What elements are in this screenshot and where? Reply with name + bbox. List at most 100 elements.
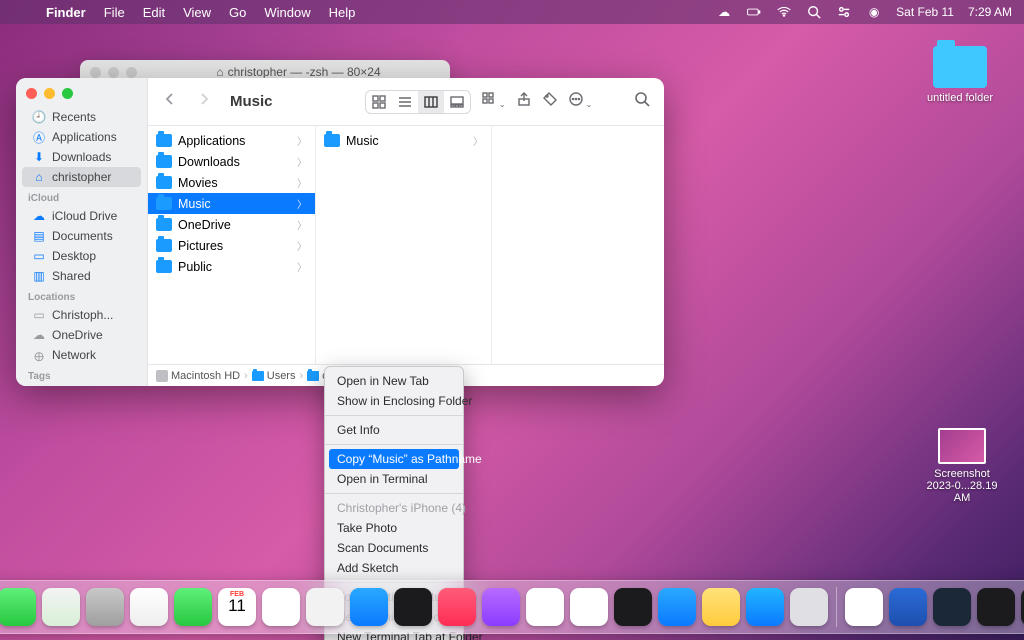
dock-app-notes[interactable] xyxy=(702,588,740,626)
ctx-item[interactable]: Show in Enclosing Folder xyxy=(325,391,463,411)
dock-app-contacts[interactable] xyxy=(86,588,124,626)
dock-app-photos[interactable] xyxy=(130,588,168,626)
search-button[interactable] xyxy=(634,91,650,112)
statusbar-wifi-icon[interactable] xyxy=(776,4,792,20)
sidebar-item-desktop[interactable]: ▭Desktop xyxy=(22,246,141,266)
ctx-item[interactable]: Scan Documents xyxy=(325,538,463,558)
column-item-applications[interactable]: Applications〉 xyxy=(148,130,315,151)
statusbar-spotlight-icon[interactable] xyxy=(806,4,822,20)
menu-view[interactable]: View xyxy=(183,5,211,20)
ctx-item[interactable]: Open in Terminal xyxy=(325,469,463,489)
ctx-item[interactable]: Copy “Music” as Pathname xyxy=(329,449,459,469)
sidebar-item-applications[interactable]: ⒶApplications xyxy=(22,127,141,147)
sidebar-item-shared[interactable]: ▥Shared xyxy=(22,266,141,286)
nav-back-button[interactable] xyxy=(162,91,178,112)
tags-button[interactable] xyxy=(542,91,558,112)
group-button[interactable]: ⌄ xyxy=(481,91,506,112)
dock-app-numbers[interactable] xyxy=(570,588,608,626)
action-button[interactable]: ⌄ xyxy=(568,91,593,112)
column-item-public[interactable]: Public〉 xyxy=(148,256,315,277)
view-icons-button[interactable] xyxy=(366,91,392,113)
dock-app-maps[interactable] xyxy=(42,588,80,626)
window-close-button[interactable] xyxy=(26,88,37,99)
screenshot-thumbnail-icon xyxy=(938,428,986,464)
dock-app-terminal[interactable] xyxy=(977,588,1015,626)
dock-app-keynote[interactable] xyxy=(658,588,696,626)
desktop-screenshot[interactable]: Screenshot 2023-0...28.19 AM xyxy=(922,428,1002,504)
finder-window[interactable]: 🕘Recents ⒶApplications ⬇Downloads ⌂chris… xyxy=(16,78,664,386)
ctx-item[interactable]: Add Sketch xyxy=(325,558,463,578)
ctx-item[interactable]: Open in New Tab xyxy=(325,371,463,391)
view-list-button[interactable] xyxy=(392,91,418,113)
column-item-downloads[interactable]: Downloads〉 xyxy=(148,151,315,172)
menu-go[interactable]: Go xyxy=(229,5,246,20)
dock-app-calendar[interactable]: FEB11 xyxy=(218,588,256,626)
menu-help[interactable]: Help xyxy=(329,5,356,20)
app-name[interactable]: Finder xyxy=(46,5,86,20)
column-item-onedrive[interactable]: OneDrive〉 xyxy=(148,214,315,235)
disk-icon xyxy=(156,370,168,382)
ctx-item[interactable]: Get Info xyxy=(325,420,463,440)
desktop-folder[interactable]: untitled folder xyxy=(920,46,1000,104)
column-item-pictures[interactable]: Pictures〉 xyxy=(148,235,315,256)
menubar: Finder File Edit View Go Window Help ☁ ◉… xyxy=(0,0,1024,24)
apple-menu-icon[interactable] xyxy=(12,4,28,20)
dock-app-podcasts[interactable] xyxy=(482,588,520,626)
statusbar-battery-icon[interactable] xyxy=(746,4,762,20)
folder-icon xyxy=(307,371,319,381)
cloud-icon: ☁ xyxy=(32,328,46,342)
dock-app-steam[interactable] xyxy=(933,588,971,626)
dock-app-music[interactable] xyxy=(438,588,476,626)
view-switcher xyxy=(365,90,471,114)
column-item-music[interactable]: Music〉 xyxy=(148,193,315,214)
menu-edit[interactable]: Edit xyxy=(143,5,165,20)
terminal-close-icon[interactable] xyxy=(90,67,101,78)
statusbar-siri-icon[interactable]: ◉ xyxy=(866,4,882,20)
terminal-minimize-icon[interactable] xyxy=(108,67,119,78)
dock-app-settings[interactable] xyxy=(790,588,828,626)
dock-app-preview[interactable] xyxy=(350,588,388,626)
menu-file[interactable]: File xyxy=(104,5,125,20)
dock-app-reminders[interactable] xyxy=(262,588,300,626)
home-icon: ⌂ xyxy=(216,65,223,79)
terminal-zoom-icon[interactable] xyxy=(126,67,137,78)
dock-app-stocks[interactable] xyxy=(614,588,652,626)
dock-app-news[interactable] xyxy=(526,588,564,626)
chevron-right-icon: 〉 xyxy=(297,259,307,274)
window-zoom-button[interactable] xyxy=(62,88,73,99)
dock-app-chrome[interactable] xyxy=(845,588,883,626)
statusbar-control-center-icon[interactable] xyxy=(836,4,852,20)
sidebar-item-icloud-drive[interactable]: ☁iCloud Drive xyxy=(22,206,141,226)
dock-app-textedit[interactable] xyxy=(306,588,344,626)
menu-window[interactable]: Window xyxy=(264,5,310,20)
path-crumb-users[interactable]: Users xyxy=(252,370,296,382)
dock-app-appstore[interactable] xyxy=(746,588,784,626)
finder-sidebar: 🕘Recents ⒶApplications ⬇Downloads ⌂chris… xyxy=(16,78,148,386)
nav-forward-button[interactable] xyxy=(196,91,212,112)
statusbar-date[interactable]: Sat Feb 11 xyxy=(896,5,954,19)
window-minimize-button[interactable] xyxy=(44,88,55,99)
sidebar-item-downloads[interactable]: ⬇Downloads xyxy=(22,147,141,167)
desktop-icon: ▭ xyxy=(32,249,46,263)
view-gallery-button[interactable] xyxy=(444,91,470,113)
shared-icon: ▥ xyxy=(32,269,46,283)
folder-icon xyxy=(156,197,172,210)
view-columns-button[interactable] xyxy=(418,91,444,113)
share-button[interactable] xyxy=(516,91,532,112)
column-item-music[interactable]: Music〉 xyxy=(316,130,491,151)
sidebar-item-network[interactable]: 🜨Network xyxy=(22,345,141,365)
dock-app-word[interactable] xyxy=(889,588,927,626)
sidebar-item-home[interactable]: ⌂christopher xyxy=(22,167,141,187)
dock-app-appletv[interactable] xyxy=(394,588,432,626)
path-crumb-disk[interactable]: Macintosh HD xyxy=(156,370,240,382)
statusbar-time[interactable]: 7:29 AM xyxy=(968,5,1012,19)
sidebar-item-recents[interactable]: 🕘Recents xyxy=(22,107,141,127)
sidebar-item-documents[interactable]: ▤Documents xyxy=(22,226,141,246)
column-item-movies[interactable]: Movies〉 xyxy=(148,172,315,193)
statusbar-cloud-icon[interactable]: ☁ xyxy=(716,4,732,20)
desktop-folder-label: untitled folder xyxy=(920,92,1000,104)
sidebar-item-computer[interactable]: ▭Christoph... xyxy=(22,305,141,325)
ctx-item[interactable]: Take Photo xyxy=(325,518,463,538)
dock-app-messages[interactable] xyxy=(0,588,36,626)
dock-app-facetime[interactable] xyxy=(174,588,212,626)
